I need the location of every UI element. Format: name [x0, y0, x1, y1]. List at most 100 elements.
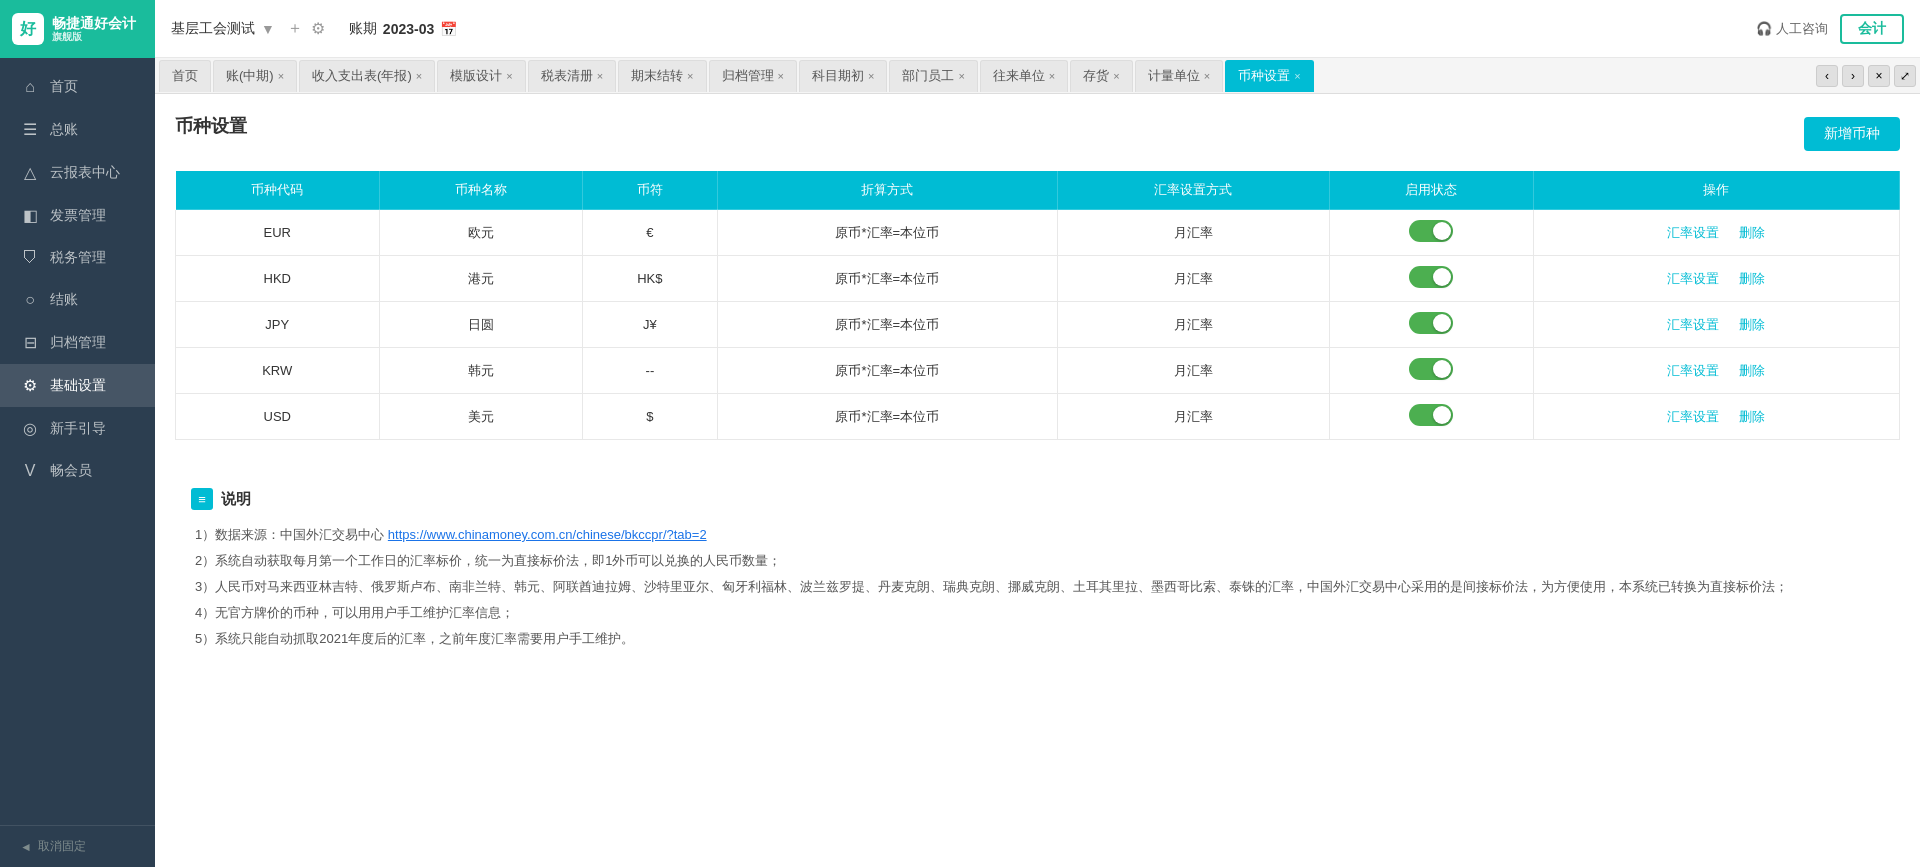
tab-period-end-label: 期末结转 [631, 67, 683, 85]
tab-unit-close[interactable]: × [1204, 70, 1210, 82]
sidebar-item-home[interactable]: ⌂ 首页 [0, 66, 155, 108]
status-toggle[interactable] [1409, 404, 1453, 426]
tab-period-end-close[interactable]: × [687, 70, 693, 82]
cell-code: HKD [176, 256, 380, 302]
tab-subject-close[interactable]: × [868, 70, 874, 82]
tab-subject[interactable]: 科目期初 × [799, 60, 887, 92]
rate-setting-link[interactable]: 汇率设置 [1667, 409, 1719, 424]
tab-tax[interactable]: 税表清册 × [528, 60, 616, 92]
sidebar-item-invoice[interactable]: ◧ 发票管理 [0, 194, 155, 237]
tab-nav-buttons: ‹ › × ⤢ [1816, 65, 1916, 87]
rate-setting-link[interactable]: 汇率设置 [1667, 271, 1719, 286]
guide-icon: ◎ [20, 419, 40, 438]
status-toggle[interactable] [1409, 358, 1453, 380]
tab-dept-close[interactable]: × [958, 70, 964, 82]
tab-partner-close[interactable]: × [1049, 70, 1055, 82]
tab-currency-label: 币种设置 [1238, 67, 1290, 85]
status-toggle[interactable] [1409, 220, 1453, 242]
sidebar-item-ledger-label: 总账 [50, 121, 78, 139]
archive-icon: ⊟ [20, 333, 40, 352]
reports-icon: △ [20, 163, 40, 182]
tab-close-all[interactable]: × [1868, 65, 1890, 87]
delete-link[interactable]: 删除 [1739, 363, 1765, 378]
sidebar-item-settings[interactable]: ⚙ 基础设置 [0, 364, 155, 407]
page-content: 币种设置 新增币种 币种代码 币种名称 币符 折算方式 汇率设置方式 启用状态 … [155, 94, 1920, 867]
delete-link[interactable]: 删除 [1739, 317, 1765, 332]
tab-unit[interactable]: 计量单位 × [1135, 60, 1223, 92]
tab-nav-next[interactable]: › [1842, 65, 1864, 87]
col-action: 操作 [1533, 171, 1899, 210]
sidebar-item-tax-label: 税务管理 [50, 249, 106, 267]
cell-status[interactable] [1330, 394, 1534, 440]
tab-partner[interactable]: 往来单位 × [980, 60, 1068, 92]
consult-button[interactable]: 🎧 人工咨询 [1756, 20, 1828, 38]
delete-link[interactable]: 删除 [1739, 225, 1765, 240]
cell-method: 原币*汇率=本位币 [717, 302, 1057, 348]
notes-external-link[interactable]: https://www.chinamoney.com.cn/chinese/bk… [388, 527, 707, 542]
rate-setting-link[interactable]: 汇率设置 [1667, 225, 1719, 240]
sidebar-item-archive[interactable]: ⊟ 归档管理 [0, 321, 155, 364]
sidebar-item-reports[interactable]: △ 云报表中心 [0, 151, 155, 194]
tab-nav-prev[interactable]: ‹ [1816, 65, 1838, 87]
status-toggle[interactable] [1409, 312, 1453, 334]
tab-zhangqimid-close[interactable]: × [278, 70, 284, 82]
col-code: 币种代码 [176, 171, 380, 210]
tab-inventory[interactable]: 存货 × [1070, 60, 1132, 92]
tab-income[interactable]: 收入支出表(年报) × [299, 60, 435, 92]
status-toggle[interactable] [1409, 266, 1453, 288]
new-currency-button[interactable]: 新增币种 [1804, 117, 1900, 151]
sidebar-item-settlement-label: 结账 [50, 291, 78, 309]
add-tab-btn[interactable]: ＋ [287, 18, 303, 39]
cell-action: 汇率设置 删除 [1533, 394, 1899, 440]
cell-status[interactable] [1330, 302, 1534, 348]
cell-code: JPY [176, 302, 380, 348]
col-rate-type: 汇率设置方式 [1057, 171, 1329, 210]
sidebar-nav: ⌂ 首页 ☰ 总账 △ 云报表中心 ◧ 发票管理 ⛉ 税务管理 ○ 结账 ⊟ 归… [0, 58, 155, 825]
tab-dept[interactable]: 部门员工 × [889, 60, 977, 92]
tab-expand[interactable]: ⤢ [1894, 65, 1916, 87]
tab-dept-label: 部门员工 [902, 67, 954, 85]
tab-inventory-close[interactable]: × [1113, 70, 1119, 82]
settings-icon: ⚙ [20, 376, 40, 395]
rate-setting-link[interactable]: 汇率设置 [1667, 363, 1719, 378]
sidebar-item-member[interactable]: V 畅会员 [0, 450, 155, 492]
company-selector[interactable]: 基层工会测试 ▼ [171, 20, 275, 38]
tab-template[interactable]: 模版设计 × [437, 60, 525, 92]
tab-home[interactable]: 首页 [159, 60, 211, 92]
col-symbol: 币符 [583, 171, 718, 210]
period-label: 账期 [349, 20, 377, 38]
tab-archive-close[interactable]: × [778, 70, 784, 82]
calendar-icon[interactable]: 📅 [440, 21, 457, 37]
notes-title: ≡ 说明 [191, 488, 1884, 510]
tab-currency[interactable]: 币种设置 × [1225, 60, 1313, 92]
cell-status[interactable] [1330, 210, 1534, 256]
tab-tax-close[interactable]: × [597, 70, 603, 82]
cell-symbol: $ [583, 394, 718, 440]
table-row: EUR 欧元 € 原币*汇率=本位币 月汇率 汇率设置 删除 [176, 210, 1900, 256]
sidebar-item-settlement[interactable]: ○ 结账 [0, 279, 155, 321]
sidebar-item-guide[interactable]: ◎ 新手引导 [0, 407, 155, 450]
tab-period-end[interactable]: 期末结转 × [618, 60, 706, 92]
tab-template-close[interactable]: × [506, 70, 512, 82]
cell-status[interactable] [1330, 256, 1534, 302]
sidebar-item-tax[interactable]: ⛉ 税务管理 [0, 237, 155, 279]
tab-partner-label: 往来单位 [993, 67, 1045, 85]
tab-currency-close[interactable]: × [1294, 70, 1300, 82]
sidebar-item-archive-label: 归档管理 [50, 334, 106, 352]
sidebar-item-ledger[interactable]: ☰ 总账 [0, 108, 155, 151]
delete-link[interactable]: 删除 [1739, 271, 1765, 286]
kuaiji-button[interactable]: 会计 [1840, 14, 1904, 44]
notes-list: 1）数据来源：中国外汇交易中心 https://www.chinamoney.c… [191, 522, 1884, 652]
delete-link[interactable]: 删除 [1739, 409, 1765, 424]
sidebar-pin-toggle[interactable]: ◄ 取消固定 [0, 825, 155, 867]
currency-table: 币种代码 币种名称 币符 折算方式 汇率设置方式 启用状态 操作 EUR 欧元 … [175, 170, 1900, 440]
cell-code: EUR [176, 210, 380, 256]
tab-income-close[interactable]: × [416, 70, 422, 82]
tab-archive[interactable]: 归档管理 × [709, 60, 797, 92]
settlement-icon: ○ [20, 291, 40, 309]
table-row: KRW 韩元 -- 原币*汇率=本位币 月汇率 汇率设置 删除 [176, 348, 1900, 394]
rate-setting-link[interactable]: 汇率设置 [1667, 317, 1719, 332]
cell-status[interactable] [1330, 348, 1534, 394]
tab-zhangqimid[interactable]: 账(中期) × [213, 60, 297, 92]
settings-gear-icon[interactable]: ⚙ [311, 19, 325, 38]
